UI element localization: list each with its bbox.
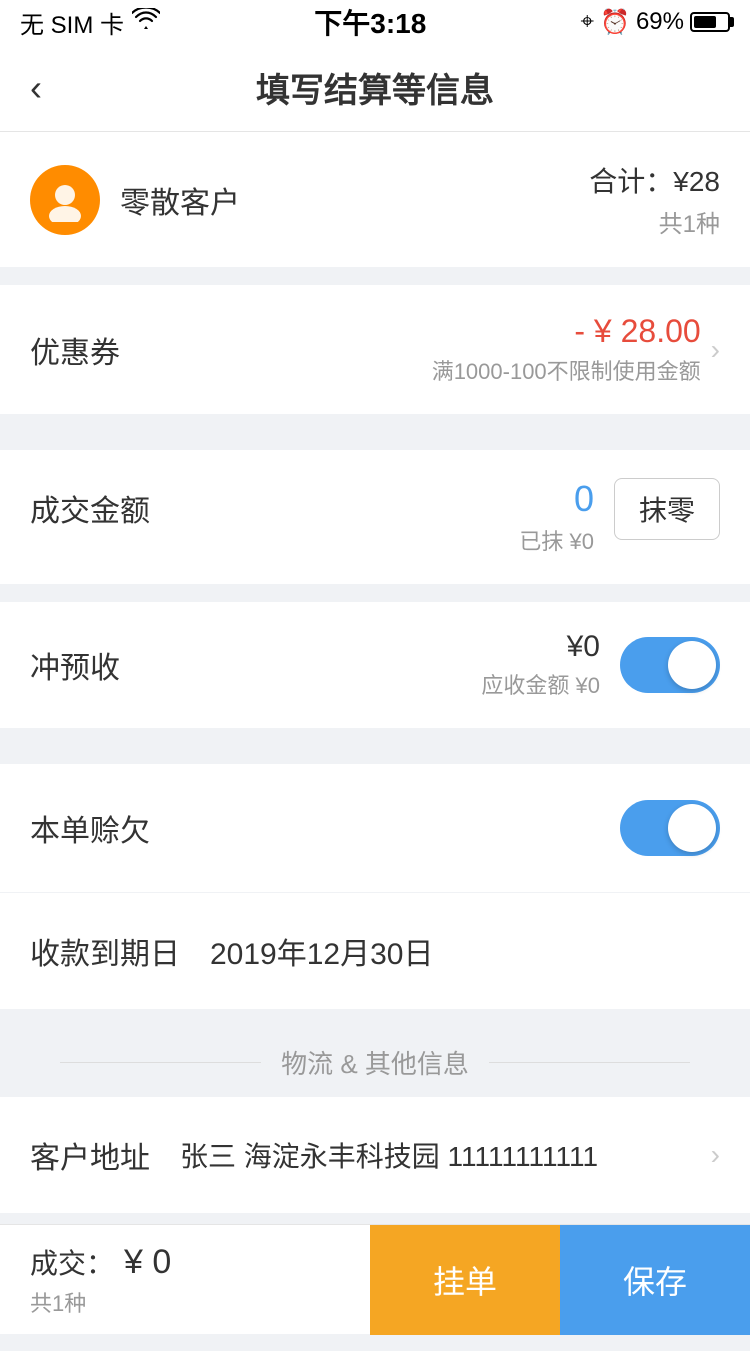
wifi-icon: [132, 8, 160, 37]
save-button[interactable]: 保存: [560, 1225, 750, 1335]
customer-name: 零散客户: [120, 178, 240, 222]
back-button[interactable]: ‹: [30, 67, 42, 109]
logistics-header-text: 物流 & 其他信息: [261, 1044, 489, 1081]
prepaid-value-wrapper: ¥0 应收金额 ¥0: [481, 630, 600, 700]
bottom-info: 成交： ¥ 0 共1种: [0, 1242, 370, 1318]
sim-status: 无 SIM 卡: [20, 5, 124, 40]
bottom-count: 共1种: [30, 1286, 370, 1318]
section-divider-2: [0, 746, 750, 764]
address-section: 客户地址 张三 海淀永丰科技园 11111111111 ›: [0, 1097, 750, 1213]
due-date-label: 收款到期日: [30, 929, 180, 973]
amount-section: 成交金额 0 已抹 ¥0 抹零: [0, 450, 750, 584]
prepaid-sub: 应收金额 ¥0: [481, 668, 600, 700]
bottom-deal-label: 成交：: [30, 1242, 114, 1282]
status-bar-time: 下午3:18: [314, 2, 426, 42]
due-date-value: 2019年12月30日: [210, 929, 433, 973]
debit-toggle[interactable]: [620, 800, 720, 856]
coupon-label: 优惠券: [30, 328, 120, 372]
logistics-header: 物流 & 其他信息: [0, 1027, 750, 1097]
address-value: 张三 海淀永丰科技园 11111111111: [180, 1135, 711, 1175]
bottom-bar: 成交： ¥ 0 共1种 挂单 保存: [0, 1224, 750, 1334]
debit-section: 本单赊欠 收款到期日 2019年12月30日: [0, 764, 750, 1009]
coupon-section: 优惠券 - ¥ 28.00 满1000-100不限制使用金额 ›: [0, 285, 750, 414]
amount-label: 成交金额: [30, 478, 150, 530]
page-title: 填写结算等信息: [256, 63, 494, 112]
status-bar: 无 SIM 卡 下午3:18 ⌖ ⏰ 69%: [0, 0, 750, 44]
address-chevron-icon: ›: [711, 1139, 720, 1171]
coupon-discount: - ¥ 28.00: [432, 313, 701, 350]
bottom-deal-amount: ¥ 0: [124, 1243, 171, 1282]
debit-label: 本单赊欠: [30, 806, 150, 850]
alarm-icon: ⏰: [600, 8, 630, 37]
nav-bar: ‹ 填写结算等信息: [0, 44, 750, 132]
prepaid-right: ¥0 应收金额 ¥0: [481, 630, 720, 700]
status-bar-left: 无 SIM 卡: [20, 5, 160, 40]
prepaid-label: 冲预收: [30, 643, 120, 687]
coupon-chevron-icon: ›: [711, 334, 720, 366]
customer-total: 合计：¥28: [589, 160, 720, 200]
prepaid-section: 冲预收 ¥0 应收金额 ¥0: [0, 602, 750, 728]
battery-percent: 69%: [636, 8, 684, 36]
prepaid-toggle-knob: [668, 641, 716, 689]
due-date-row: 收款到期日 2019年12月30日: [0, 892, 750, 1009]
location-icon: ⌖: [581, 8, 595, 36]
customer-left: 零散客户: [30, 165, 240, 235]
coupon-desc: 满1000-100不限制使用金额: [432, 354, 701, 386]
amount-right: 0 已抹 ¥0 抹零: [519, 478, 720, 556]
amount-sub: 已抹 ¥0: [519, 524, 594, 556]
customer-row: 零散客户 合计：¥28 共1种: [0, 132, 750, 267]
round-button[interactable]: 抹零: [614, 478, 720, 540]
coupon-right: - ¥ 28.00 满1000-100不限制使用金额 ›: [432, 313, 720, 386]
address-label: 客户地址: [30, 1133, 150, 1177]
battery-icon: [690, 12, 730, 32]
coupon-value-wrapper: - ¥ 28.00 满1000-100不限制使用金额: [432, 313, 701, 386]
debit-row: 本单赊欠: [0, 764, 750, 892]
coupon-row[interactable]: 优惠券 - ¥ 28.00 满1000-100不限制使用金额 ›: [0, 285, 750, 414]
amount-value: 0: [519, 478, 594, 520]
debit-toggle-knob: [668, 804, 716, 852]
customer-right: 合计：¥28 共1种: [589, 160, 720, 239]
customer-section: 零散客户 合计：¥28 共1种: [0, 132, 750, 267]
prepaid-row: 冲预收 ¥0 应收金额 ¥0: [0, 602, 750, 728]
prepaid-value: ¥0: [481, 630, 600, 664]
content: 零散客户 合计：¥28 共1种 优惠券 - ¥ 28.00 满1000-100不…: [0, 132, 750, 1351]
bottom-deal: 成交： ¥ 0: [30, 1242, 370, 1282]
section-divider-1: [0, 432, 750, 450]
customer-avatar: [30, 165, 100, 235]
customer-count: 共1种: [589, 204, 720, 239]
address-row[interactable]: 客户地址 张三 海淀永丰科技园 11111111111 ›: [0, 1097, 750, 1213]
prepaid-toggle[interactable]: [620, 637, 720, 693]
amount-row: 成交金额 0 已抹 ¥0 抹零: [0, 450, 750, 584]
hold-button[interactable]: 挂单: [370, 1225, 560, 1335]
amount-value-wrapper: 0 已抹 ¥0: [519, 478, 594, 556]
status-bar-right: ⌖ ⏰ 69%: [581, 8, 730, 37]
